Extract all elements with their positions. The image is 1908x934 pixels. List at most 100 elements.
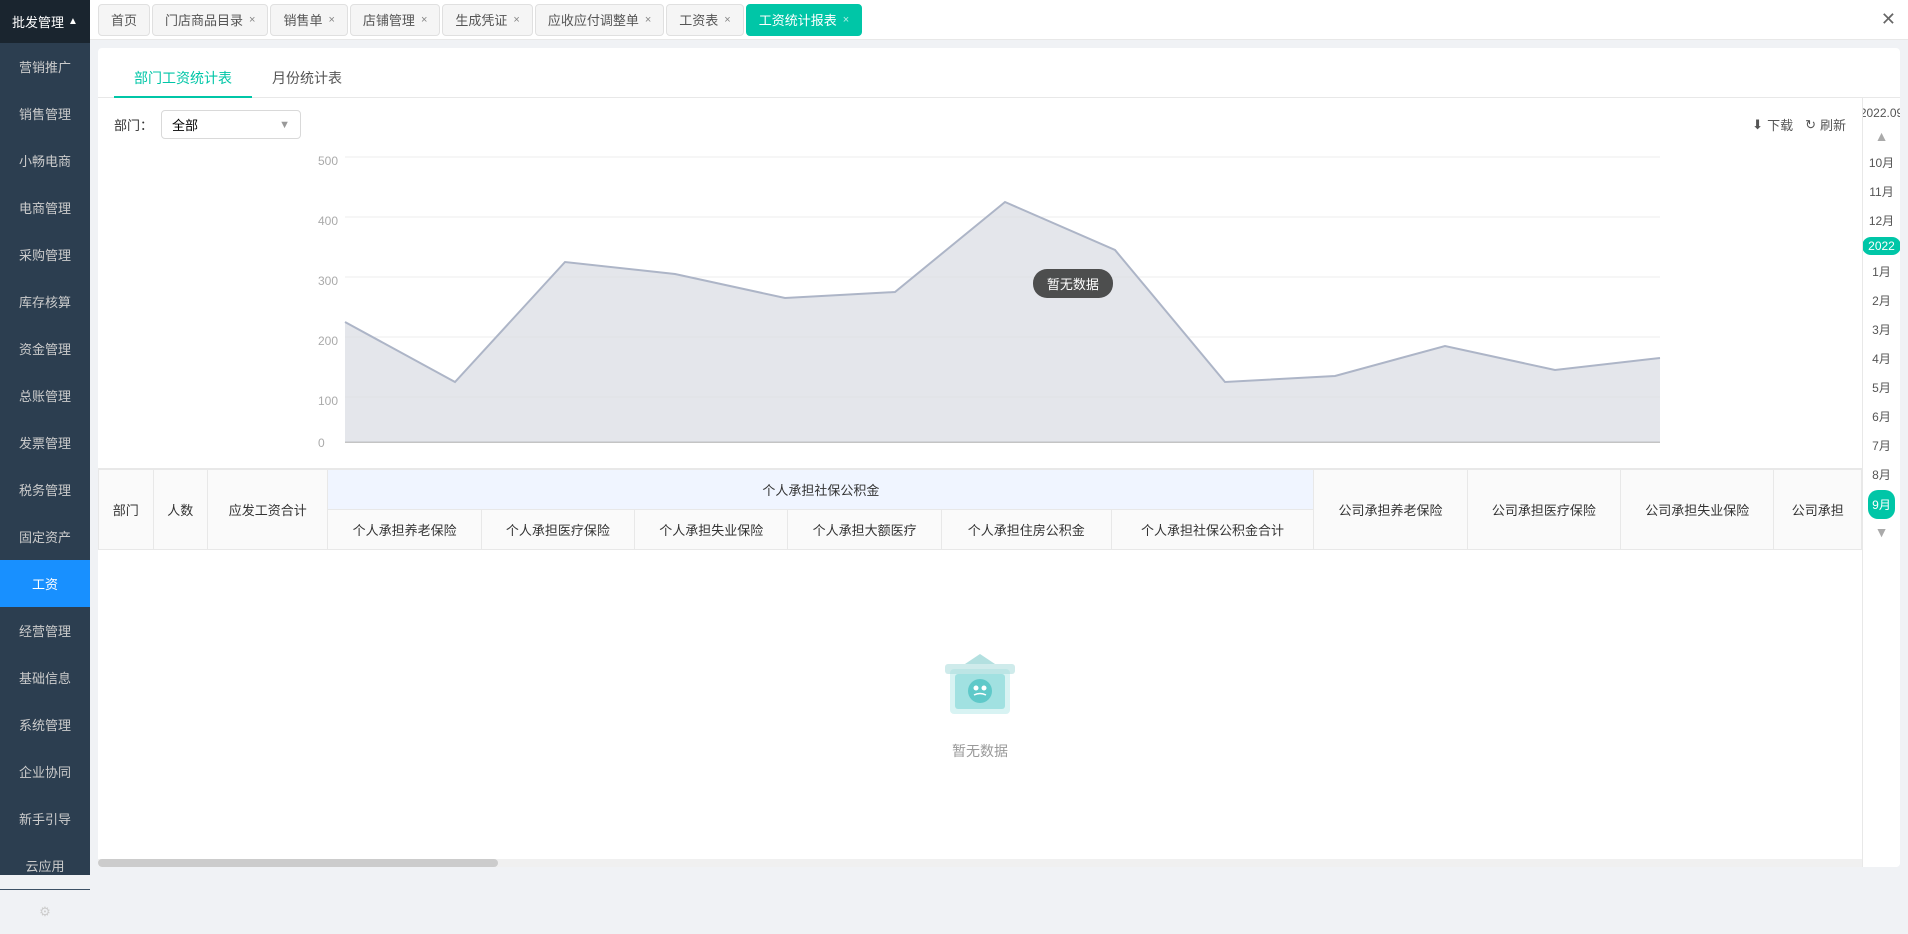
tab-close-icon[interactable]: × bbox=[328, 14, 334, 26]
svg-text:100: 100 bbox=[318, 394, 338, 408]
col-total-salary: 应发工资合计 bbox=[208, 470, 328, 550]
toolbar: 部门： 全部 ▼ ⬇ 下载 ↻ 刷新 bbox=[98, 98, 1862, 147]
month-item-1月[interactable]: 1月 bbox=[1864, 257, 1899, 286]
tab-close-icon[interactable]: × bbox=[513, 14, 519, 26]
tab-label: 销售单 bbox=[283, 10, 322, 29]
svg-text:200: 200 bbox=[318, 334, 338, 348]
tab-首页[interactable]: 首页 bbox=[98, 4, 150, 36]
sidebar-item-系统管理[interactable]: 系统管理 bbox=[0, 701, 90, 748]
table-scrollbar[interactable] bbox=[98, 859, 1862, 867]
main-area: 首页门店商品目录×销售单×店铺管理×生成凭证×应收应付调整单×工资表×工资统计报… bbox=[90, 0, 1908, 875]
tab-label: 门店商品目录 bbox=[165, 10, 243, 29]
svg-text:400: 400 bbox=[318, 214, 338, 228]
month-item-6月[interactable]: 6月 bbox=[1864, 402, 1899, 431]
refresh-button[interactable]: ↻ 刷新 bbox=[1805, 115, 1846, 134]
sidebar-item-新手引导[interactable]: 新手引导 bbox=[0, 795, 90, 842]
refresh-label: 刷新 bbox=[1820, 115, 1846, 134]
sidebar: 批发管理 ▲ 营销推广销售管理小畅电商电商管理采购管理库存核算资金管理总账管理发… bbox=[0, 0, 90, 875]
sidebar-items-container: 营销推广销售管理小畅电商电商管理采购管理库存核算资金管理总账管理发票管理税务管理… bbox=[0, 43, 90, 889]
sidebar-item-发票管理[interactable]: 发票管理 bbox=[0, 419, 90, 466]
chevron-down-icon: ▼ bbox=[279, 119, 290, 131]
tab-bar-end: ✕ bbox=[1877, 7, 1900, 32]
dept-label: 部门： bbox=[114, 115, 153, 134]
download-button[interactable]: ⬇ 下载 bbox=[1752, 115, 1793, 134]
month-item-10月[interactable]: 10月 bbox=[1865, 148, 1898, 177]
sidebar-item-工资[interactable]: 工资 bbox=[0, 560, 90, 607]
sidebar-item-总账管理[interactable]: 总账管理 bbox=[0, 372, 90, 419]
right-panel: 2022.09 ▲ 10月11月12月 2022 1月2月3月4月5月6月7月8… bbox=[1862, 98, 1900, 867]
sidebar-item-云应用[interactable]: 云应用 bbox=[0, 842, 90, 889]
tab-label: 首页 bbox=[111, 10, 137, 29]
svg-text:500: 500 bbox=[318, 154, 338, 168]
month-item-2月[interactable]: 2月 bbox=[1864, 286, 1899, 315]
sidebar-footer[interactable]: ⚙ bbox=[0, 889, 90, 934]
tab-店铺管理[interactable]: 店铺管理 × bbox=[350, 4, 440, 36]
month-item-4月[interactable]: 4月 bbox=[1864, 344, 1899, 373]
svg-text:300: 300 bbox=[318, 274, 338, 288]
empty-state: 暂无数据 bbox=[98, 550, 1862, 859]
tab-label: 店铺管理 bbox=[363, 10, 415, 29]
right-panel-header-text: 2022.09 bbox=[1862, 106, 1900, 120]
month-item-12月[interactable]: 12月 bbox=[1865, 206, 1898, 235]
table-container[interactable]: 部门 人数 应发工资合计 个人承担社保公积金 公司承担养老保险 公司承担医疗保险… bbox=[98, 468, 1862, 867]
sub-tab-部门工资统计表[interactable]: 部门工资统计表 bbox=[114, 60, 252, 98]
sidebar-header[interactable]: 批发管理 ▲ bbox=[0, 0, 90, 43]
data-table: 部门 人数 应发工资合计 个人承担社保公积金 公司承担养老保险 公司承担医疗保险… bbox=[98, 469, 1862, 550]
tab-close-icon[interactable]: × bbox=[421, 14, 427, 26]
right-panel-header[interactable]: 2022.09 bbox=[1862, 102, 1900, 124]
sub-tab-月份统计表[interactable]: 月份统计表 bbox=[252, 60, 362, 98]
tab-label: 应收应付调整单 bbox=[548, 10, 639, 29]
col-dept: 部门 bbox=[99, 470, 154, 550]
col-group-personal: 个人承担社保公积金 bbox=[328, 470, 1314, 510]
sidebar-item-库存核算[interactable]: 库存核算 bbox=[0, 278, 90, 325]
tab-close-icon[interactable]: × bbox=[724, 14, 730, 26]
window-close-icon[interactable]: ✕ bbox=[1877, 7, 1900, 32]
col-count: 人数 bbox=[153, 470, 208, 550]
dept-select[interactable]: 全部 ▼ bbox=[161, 110, 301, 139]
tab-bar: 首页门店商品目录×销售单×店铺管理×生成凭证×应收应付调整单×工资表×工资统计报… bbox=[90, 0, 1908, 40]
months-before-year: 10月11月12月 bbox=[1865, 148, 1898, 235]
tab-生成凭证[interactable]: 生成凭证 × bbox=[442, 4, 532, 36]
tab-应收应付调整单[interactable]: 应收应付调整单 × bbox=[535, 4, 664, 36]
sidebar-item-销售管理[interactable]: 销售管理 bbox=[0, 90, 90, 137]
tab-销售单[interactable]: 销售单 × bbox=[270, 4, 347, 36]
tab-close-icon[interactable]: × bbox=[645, 14, 651, 26]
sidebar-item-电商管理[interactable]: 电商管理 bbox=[0, 184, 90, 231]
sidebar-item-小畅电商[interactable]: 小畅电商 bbox=[0, 137, 90, 184]
month-item-8月[interactable]: 8月 bbox=[1864, 460, 1899, 489]
right-panel-up-nav[interactable]: ▲ bbox=[1871, 124, 1893, 148]
col-personal-total: 个人承担社保公积金合计 bbox=[1111, 510, 1314, 550]
tab-工资统计报表[interactable]: 工资统计报表× bbox=[746, 4, 862, 36]
col-company-unemploy: 公司承担失业保险 bbox=[1621, 470, 1774, 550]
col-personal-housing: 个人承担住房公积金 bbox=[941, 510, 1111, 550]
tab-门店商品目录[interactable]: 门店商品目录 × bbox=[152, 4, 268, 36]
sidebar-item-经营管理[interactable]: 经营管理 bbox=[0, 607, 90, 654]
month-item-3月[interactable]: 3月 bbox=[1864, 315, 1899, 344]
tab-label: 生成凭证 bbox=[455, 10, 507, 29]
tab-close-icon[interactable]: × bbox=[843, 14, 849, 26]
right-panel-down-nav[interactable]: ▼ bbox=[1871, 520, 1893, 544]
right-panel-year[interactable]: 2022 bbox=[1862, 237, 1900, 255]
toolbar-left: 部门： 全部 ▼ bbox=[114, 110, 301, 139]
content-main: 部门： 全部 ▼ ⬇ 下载 ↻ 刷新 bbox=[98, 98, 1862, 867]
sidebar-item-采购管理[interactable]: 采购管理 bbox=[0, 231, 90, 278]
tab-工资表[interactable]: 工资表 × bbox=[666, 4, 743, 36]
col-company-pension: 公司承担养老保险 bbox=[1314, 470, 1467, 550]
sidebar-item-固定资产[interactable]: 固定资产 bbox=[0, 513, 90, 560]
sidebar-item-税务管理[interactable]: 税务管理 bbox=[0, 466, 90, 513]
col-company-more: 公司承担 bbox=[1774, 470, 1862, 550]
sidebar-item-营销推广[interactable]: 营销推广 bbox=[0, 43, 90, 90]
content-inner: 部门： 全部 ▼ ⬇ 下载 ↻ 刷新 bbox=[98, 98, 1900, 867]
sidebar-item-资金管理[interactable]: 资金管理 bbox=[0, 325, 90, 372]
sidebar-header-label: 批发管理 bbox=[12, 12, 64, 31]
sidebar-item-基础信息[interactable]: 基础信息 bbox=[0, 654, 90, 701]
tab-label: 工资表 bbox=[679, 10, 718, 29]
month-item-5月[interactable]: 5月 bbox=[1864, 373, 1899, 402]
month-item-7月[interactable]: 7月 bbox=[1864, 431, 1899, 460]
month-item-9月[interactable]: 9月 bbox=[1868, 490, 1895, 519]
empty-text: 暂无数据 bbox=[952, 741, 1008, 761]
sidebar-item-企业协同[interactable]: 企业协同 bbox=[0, 748, 90, 795]
content-panel: 部门工资统计表月份统计表 部门： 全部 ▼ ⬇ 下载 bbox=[98, 48, 1900, 867]
tab-close-icon[interactable]: × bbox=[249, 14, 255, 26]
month-item-11月[interactable]: 11月 bbox=[1865, 177, 1898, 206]
